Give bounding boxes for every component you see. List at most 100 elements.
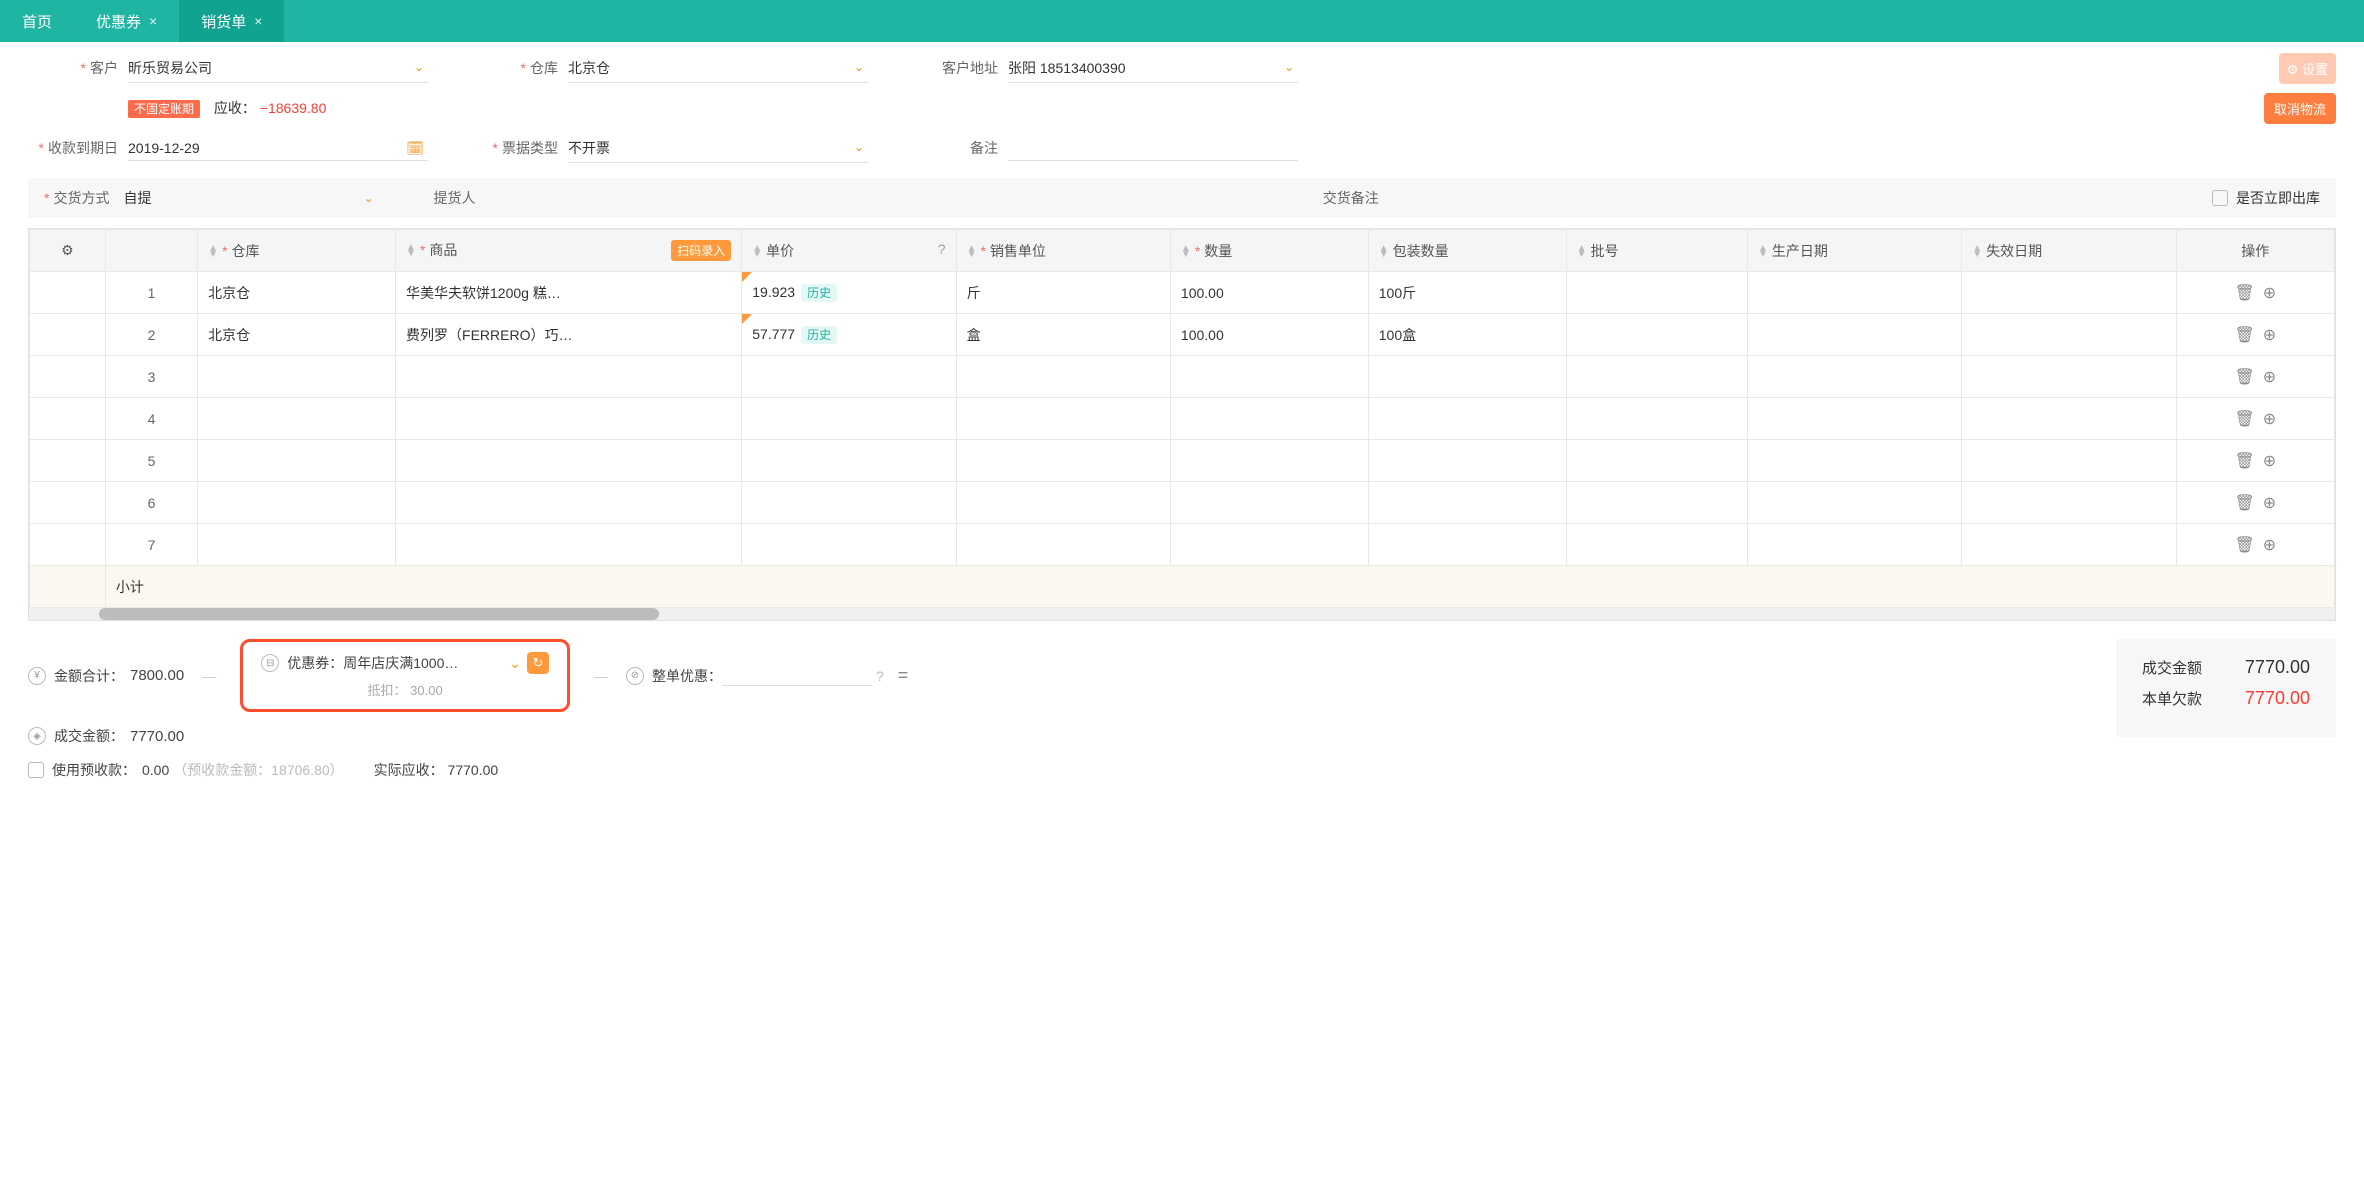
delivery-bar: *交货方式 自提 ⌄ 提货人 交货备注 是否立即出库	[28, 178, 2336, 218]
delete-row-icon[interactable]: 🗑	[2234, 411, 2254, 428]
history-badge[interactable]: 历史	[801, 326, 837, 344]
use-prepay-checkbox[interactable]	[28, 762, 44, 778]
horizontal-scrollbar[interactable]	[29, 608, 2335, 620]
invoice-type-field[interactable]: 不开票 ⌄	[568, 134, 868, 163]
delete-row-icon[interactable]: 🗑	[2234, 453, 2254, 470]
add-row-icon[interactable]: ⊕	[2263, 327, 2276, 344]
due-date-field[interactable]: 2019-12-29 🗓	[128, 136, 428, 161]
table-row[interactable]: 2北京仓费列罗（FERRERO）巧…57.777历史盒100.00100盒🗑⊕	[30, 314, 2335, 356]
refresh-coupon-button[interactable]: ↻	[527, 652, 549, 674]
coupon-icon: ⊟	[261, 654, 279, 672]
delete-row-icon[interactable]: 🗑	[2234, 369, 2254, 386]
no-fixed-period-badge: 不固定账期	[128, 100, 200, 118]
delete-row-icon[interactable]: 🗑	[2234, 495, 2254, 512]
delivery-method-field[interactable]: 自提	[123, 188, 303, 208]
table-row[interactable]: 4🗑⊕	[30, 398, 2335, 440]
receivable-label: 应收：	[214, 100, 256, 116]
add-row-icon[interactable]: ⊕	[2263, 537, 2276, 554]
chevron-down-icon[interactable]: ⌄	[363, 191, 373, 205]
summary-box: 成交金额 7770.00 本单欠款 7770.00	[2116, 639, 2336, 737]
col-mfg[interactable]: 生产日期	[1747, 230, 1961, 272]
chevron-down-icon[interactable]: ⌄	[414, 60, 424, 74]
order-discount-label: 整单优惠：	[652, 666, 722, 686]
settings-button[interactable]: ⚙ 设置	[2279, 53, 2336, 84]
delete-row-icon[interactable]: 🗑	[2234, 327, 2254, 344]
address-label: 客户地址	[942, 60, 998, 76]
table-row[interactable]: 1北京仓华美华夫软饼1200g 糕…19.923历史斤100.00100斤🗑⊕	[30, 272, 2335, 314]
calendar-icon[interactable]: 🗓	[406, 140, 424, 157]
delivery-method-label: 交货方式	[53, 188, 109, 208]
table-row[interactable]: 5🗑⊕	[30, 440, 2335, 482]
footer: ¥ 金额合计： 7800.00 — ⊟ 优惠券： 周年店庆满1000… ⌄ ↻ …	[0, 621, 2364, 792]
col-pack[interactable]: 包装数量	[1368, 230, 1566, 272]
due-date-label: 收款到期日	[48, 140, 118, 156]
invoice-type-label: 票据类型	[502, 140, 558, 156]
add-row-icon[interactable]: ⊕	[2263, 495, 2276, 512]
history-badge[interactable]: 历史	[801, 284, 837, 302]
chevron-down-icon[interactable]: ⌄	[1284, 60, 1294, 74]
chevron-down-icon[interactable]: ⌄	[854, 140, 864, 154]
col-price[interactable]: 单价?	[742, 230, 956, 272]
coupon-label: 优惠券：	[287, 653, 343, 673]
cancel-logistics-button[interactable]: 取消物流	[2264, 93, 2336, 124]
col-qty[interactable]: *数量	[1170, 230, 1368, 272]
deal-value: 7770.00	[130, 728, 184, 745]
col-exp[interactable]: 失效日期	[1962, 230, 2176, 272]
help-icon[interactable]: ?	[938, 241, 946, 257]
deal-label: 成交金额：	[54, 726, 124, 746]
order-discount-input[interactable]	[722, 666, 872, 686]
total-value: 7800.00	[130, 667, 184, 684]
add-row-icon[interactable]: ⊕	[2263, 285, 2276, 302]
receivable-value: −18639.80	[260, 100, 327, 116]
col-warehouse[interactable]: *仓库	[198, 230, 396, 272]
summary-owe-value: 7770.00	[2210, 688, 2310, 709]
chevron-down-icon[interactable]: ⌄	[854, 60, 864, 74]
col-batch[interactable]: 批号	[1566, 230, 1747, 272]
table-row[interactable]: 7🗑⊕	[30, 524, 2335, 566]
remark-label: 备注	[970, 140, 998, 156]
prepay-balance-label: （预收款金额：	[173, 762, 271, 778]
immediate-out-checkbox[interactable]	[2212, 190, 2228, 206]
prepay-balance-value: 18706.80）	[271, 762, 343, 778]
customer-field[interactable]: 昕乐贸易公司 ⌄	[128, 54, 428, 83]
table-header-row: ⚙ *仓库 *商品扫码录入 单价? *销售单位 *数量 包装数量 批号 生产日期…	[30, 230, 2335, 272]
coupon-select[interactable]: 周年店庆满1000…	[343, 653, 503, 673]
gear-header[interactable]: ⚙	[30, 230, 106, 272]
summary-deal-label: 成交金额	[2142, 657, 2202, 678]
table-row[interactable]: 3🗑⊕	[30, 356, 2335, 398]
col-product[interactable]: *商品扫码录入	[396, 230, 742, 272]
col-ops: 操作	[2176, 230, 2334, 272]
total-label: 金额合计：	[54, 666, 124, 686]
remark-field[interactable]	[1008, 136, 1298, 161]
discount-icon: ⊘	[626, 667, 644, 685]
address-field[interactable]: 张阳 18513400390 ⌄	[1008, 54, 1298, 83]
close-icon[interactable]: ×	[254, 13, 262, 29]
table-row[interactable]: 6🗑⊕	[30, 482, 2335, 524]
add-row-icon[interactable]: ⊕	[2263, 453, 2276, 470]
tab-coupon[interactable]: 优惠券×	[74, 0, 179, 42]
coupon-highlight-box: ⊟ 优惠券： 周年店庆满1000… ⌄ ↻ 抵扣： 30.00	[240, 639, 570, 712]
tab-sales[interactable]: 销货单×	[179, 0, 284, 42]
delivery-remark-label: 交货备注	[1323, 188, 1379, 208]
delete-row-icon[interactable]: 🗑	[2234, 285, 2254, 302]
close-icon[interactable]: ×	[149, 13, 157, 29]
equals-icon: =	[898, 665, 909, 686]
coupon-deduct-label: 抵扣：	[368, 683, 407, 698]
warehouse-field[interactable]: 北京仓 ⌄	[568, 54, 868, 83]
tab-home[interactable]: 首页	[0, 0, 74, 42]
customer-label: 客户	[90, 60, 118, 76]
line-items-table: ⚙ *仓库 *商品扫码录入 单价? *销售单位 *数量 包装数量 批号 生产日期…	[28, 228, 2336, 621]
add-row-icon[interactable]: ⊕	[2263, 369, 2276, 386]
warehouse-label: 仓库	[530, 60, 558, 76]
delete-row-icon[interactable]: 🗑	[2234, 537, 2254, 554]
col-unit[interactable]: *销售单位	[956, 230, 1170, 272]
add-row-icon[interactable]: ⊕	[2263, 411, 2276, 428]
scan-badge[interactable]: 扫码录入	[671, 240, 731, 261]
summary-owe-label: 本单欠款	[2142, 688, 2202, 709]
tab-bar: 首页 优惠券× 销货单×	[0, 0, 2364, 42]
coupon-deduct-value: 30.00	[410, 683, 443, 698]
actual-recv-label: 实际应收：	[374, 762, 444, 778]
chevron-down-icon[interactable]: ⌄	[509, 655, 521, 672]
help-icon[interactable]: ?	[876, 668, 884, 684]
picker-label: 提货人	[434, 188, 476, 208]
